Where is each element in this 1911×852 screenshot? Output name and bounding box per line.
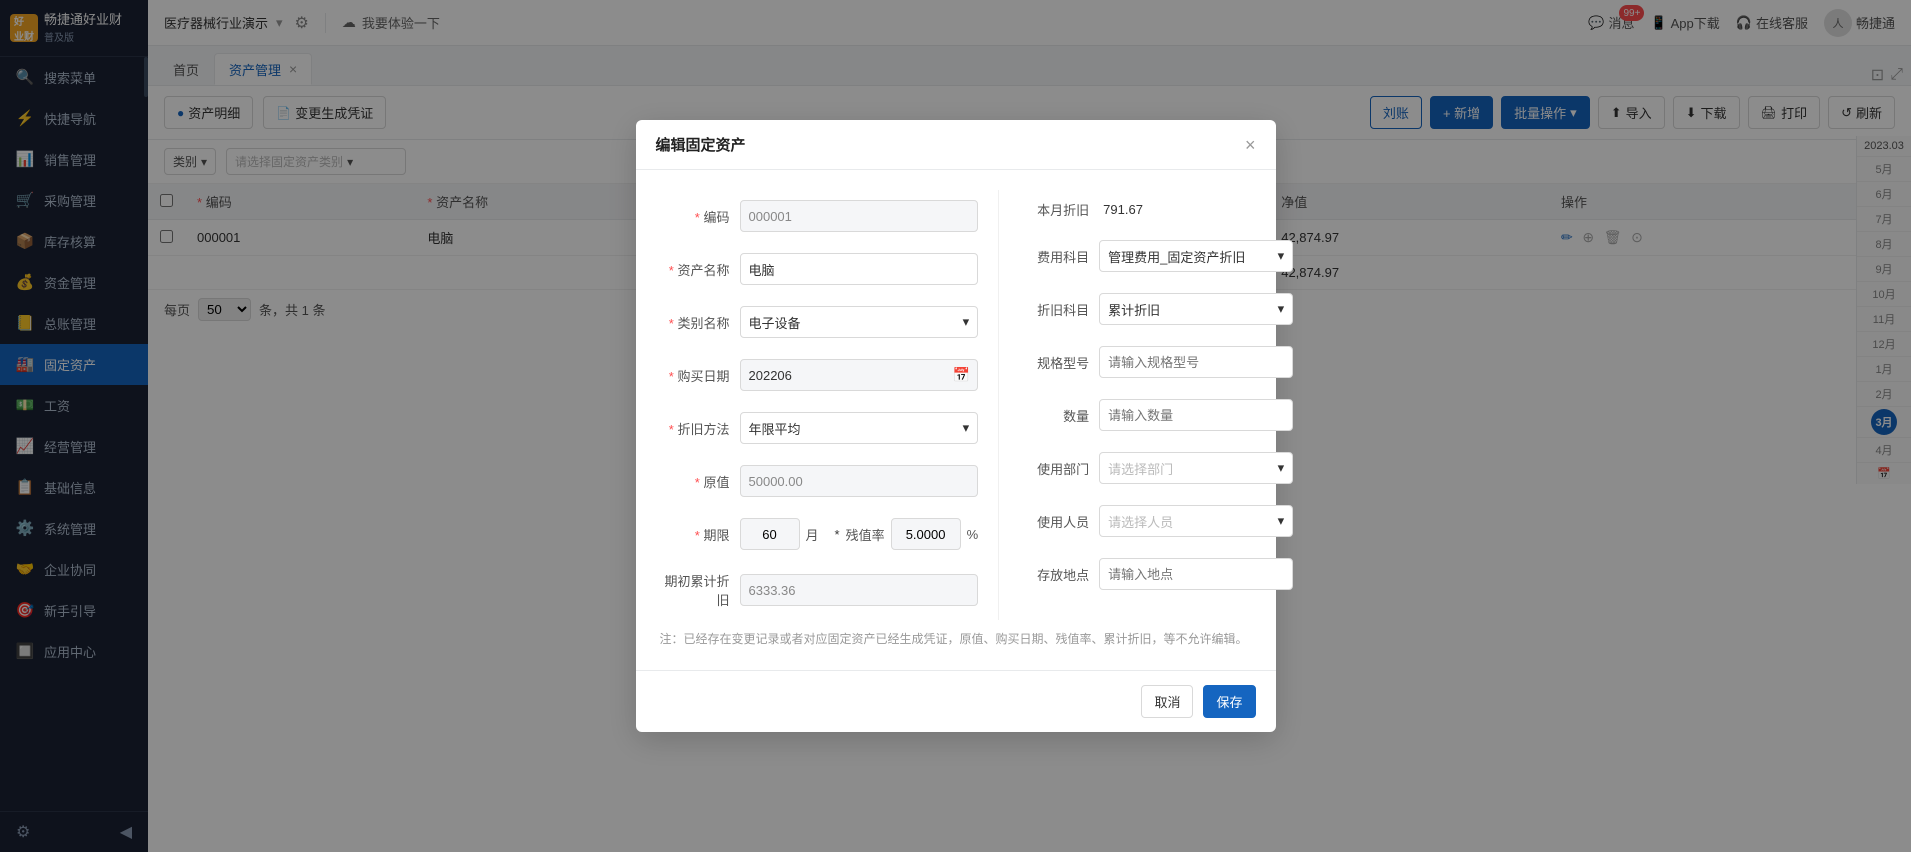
dep-method-chevron-icon: ▾ xyxy=(963,420,970,436)
edit-fixed-asset-modal: 编辑固定资产 × * 编码 * 资产名称 xyxy=(636,120,1276,731)
form-row-initial-dep: 期初累计折旧 xyxy=(660,561,979,620)
modal-header: 编辑固定资产 × xyxy=(636,120,1276,170)
select-chevron-icon: ▾ xyxy=(963,314,970,330)
dept-label: 使用部门 xyxy=(1019,459,1099,478)
form-right-col: 本月折旧 791.67 费用科目 管理费用_固定资产折旧 ▾ xyxy=(999,190,1293,620)
form-row-dep-method: * 折旧方法 年限平均 ▾ xyxy=(660,402,979,455)
dept-select[interactable]: 请选择部门 ▾ xyxy=(1099,452,1293,484)
modal-footer: 取消 保存 xyxy=(636,670,1276,732)
location-label: 存放地点 xyxy=(1019,565,1099,584)
form-row-code: * 编码 xyxy=(660,190,979,243)
calendar-icon: 📅 xyxy=(953,367,970,384)
name-label: * 资产名称 xyxy=(660,260,740,279)
dep-account-select[interactable]: 累计折旧 ▾ xyxy=(1099,293,1293,325)
form-row-expense-account: 费用科目 管理费用_固定资产折旧 ▾ xyxy=(1019,230,1293,283)
residual-input[interactable] xyxy=(891,518,961,550)
person-label: 使用人员 xyxy=(1019,512,1099,531)
form-row-spec: 规格型号 xyxy=(1019,336,1293,389)
expense-account-select[interactable]: 管理费用_固定资产折旧 ▾ xyxy=(1099,240,1293,272)
modal-overlay: 编辑固定资产 × * 编码 * 资产名称 xyxy=(0,0,1911,852)
modal-title: 编辑固定资产 xyxy=(656,134,746,155)
expense-chevron-icon: ▾ xyxy=(1278,248,1285,264)
form-row-period: * 期限 月 * 残值率 % xyxy=(660,508,979,561)
form-row-category: * 类别名称 电子设备 ▾ xyxy=(660,296,979,349)
name-input[interactable] xyxy=(740,253,979,285)
dep-method-select[interactable]: 年限平均 ▾ xyxy=(740,412,979,444)
form-row-quantity: 数量 xyxy=(1019,389,1293,442)
code-label: * 编码 xyxy=(660,207,740,226)
form-row-person: 使用人员 请选择人员 ▾ xyxy=(1019,495,1293,548)
form-row-dep-account: 折旧科目 累计折旧 ▾ xyxy=(1019,283,1293,336)
cancel-button[interactable]: 取消 xyxy=(1141,685,1193,718)
code-input[interactable] xyxy=(740,200,979,232)
person-chevron-icon: ▾ xyxy=(1278,513,1285,529)
form-row-original-value: * 原值 xyxy=(660,455,979,508)
dep-method-label: * 折旧方法 xyxy=(660,419,740,438)
period-input[interactable] xyxy=(740,518,800,550)
monthly-dep-label: 本月折旧 xyxy=(1019,200,1099,219)
form-row-name: * 资产名称 xyxy=(660,243,979,296)
initial-dep-label: 期初累计折旧 xyxy=(660,571,740,609)
purchase-date-input-wrapper: 📅 xyxy=(740,359,979,391)
initial-dep-input[interactable] xyxy=(740,574,979,606)
original-value-input[interactable] xyxy=(740,465,979,497)
form-row-purchase-date: * 购买日期 📅 xyxy=(660,349,979,402)
dep-account-chevron-icon: ▾ xyxy=(1278,301,1285,317)
original-value-label: * 原值 xyxy=(660,472,740,491)
spec-label: 规格型号 xyxy=(1019,353,1099,372)
modal-close-btn[interactable]: × xyxy=(1245,136,1256,154)
form-row-monthly-dep: 本月折旧 791.67 xyxy=(1019,190,1293,230)
dep-account-label: 折旧科目 xyxy=(1019,300,1099,319)
expense-account-label: 费用科目 xyxy=(1019,247,1099,266)
form-left-col: * 编码 * 资产名称 * 类别名称 xyxy=(660,190,1000,620)
purchase-date-label: * 购买日期 xyxy=(660,366,740,385)
save-button[interactable]: 保存 xyxy=(1203,685,1255,718)
dept-chevron-icon: ▾ xyxy=(1278,460,1285,476)
category-label: * 类别名称 xyxy=(660,313,740,332)
period-label: * 期限 xyxy=(660,525,740,544)
person-select[interactable]: 请选择人员 ▾ xyxy=(1099,505,1293,537)
form-row-location: 存放地点 xyxy=(1019,548,1293,601)
quantity-input[interactable] xyxy=(1099,399,1293,431)
location-input[interactable] xyxy=(1099,558,1293,590)
modal-body: * 编码 * 资产名称 * 类别名称 xyxy=(636,170,1276,669)
form-grid: * 编码 * 资产名称 * 类别名称 xyxy=(660,190,1252,620)
category-select-modal[interactable]: 电子设备 ▾ xyxy=(740,306,979,338)
form-note: 注：已经存在变更记录或者对应固定资产已经生成凭证，原值、购买日期、残值率、累计折… xyxy=(660,620,1252,649)
quantity-label: 数量 xyxy=(1019,406,1099,425)
form-row-dept: 使用部门 请选择部门 ▾ xyxy=(1019,442,1293,495)
purchase-date-input[interactable] xyxy=(740,359,979,391)
spec-input[interactable] xyxy=(1099,346,1293,378)
monthly-dep-value: 791.67 xyxy=(1099,202,1293,217)
